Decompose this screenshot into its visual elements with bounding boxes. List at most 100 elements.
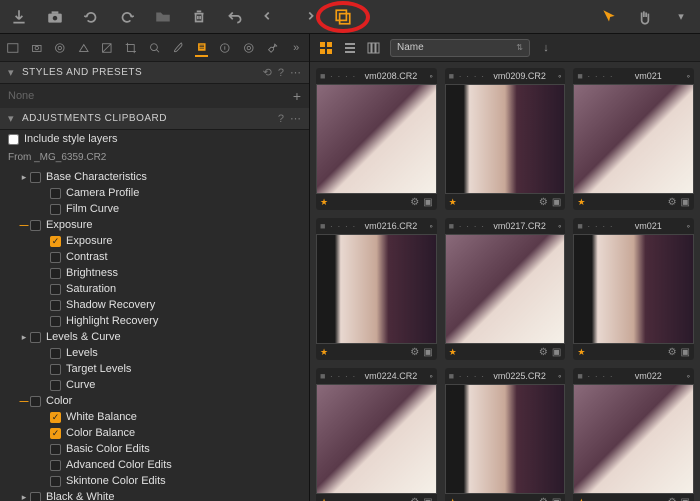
tree-checkbox[interactable] (50, 460, 61, 471)
thumbnail-cell[interactable]: ■ · · · ·vm0216.CR2◦★⚙▣ (316, 218, 437, 360)
expand-icon[interactable]: ▸ (18, 172, 30, 183)
camera-icon[interactable] (46, 8, 64, 26)
tree-row[interactable]: ▸Levels & Curve (0, 329, 309, 345)
tree-checkbox[interactable] (30, 220, 41, 231)
star-icon[interactable]: ★ (577, 347, 585, 358)
rating-dots[interactable]: ■ · · · · (577, 371, 613, 381)
library-tab-icon[interactable] (6, 40, 20, 56)
thumb-image[interactable] (316, 234, 437, 344)
list-view-icon[interactable] (342, 40, 358, 56)
metadata-tab-icon[interactable] (218, 40, 232, 56)
gear-icon[interactable]: ⚙ (539, 347, 548, 358)
color-tab-icon[interactable] (77, 40, 91, 56)
output-tab-icon[interactable] (242, 40, 256, 56)
styles-header[interactable]: ▾ STYLES AND PRESETS ⟲ ? ⋯ (0, 62, 309, 84)
variant-badge-icon[interactable]: ▣ (423, 197, 432, 208)
collapse-icon[interactable]: — (18, 220, 30, 230)
thumb-image[interactable] (316, 384, 437, 494)
tree-row[interactable]: Target Levels (0, 361, 309, 377)
folder-icon[interactable] (154, 8, 172, 26)
trash-icon[interactable] (190, 8, 208, 26)
gear-icon[interactable]: ⚙ (410, 347, 419, 358)
tree-checkbox[interactable] (50, 444, 61, 455)
thumb-image[interactable] (445, 384, 566, 494)
tree-row[interactable]: Color Balance (0, 425, 309, 441)
thumb-image[interactable] (573, 234, 694, 344)
tree-row[interactable]: Levels (0, 345, 309, 361)
thumb-image[interactable] (445, 234, 566, 344)
tree-checkbox[interactable] (50, 268, 61, 279)
tree-checkbox[interactable] (50, 412, 61, 423)
thumbnail-cell[interactable]: ■ · · · ·vm0209.CR2◦★⚙▣ (445, 68, 566, 210)
wrench-icon[interactable] (266, 40, 280, 56)
undo-icon[interactable] (226, 8, 244, 26)
expand-icon[interactable]: ▸ (18, 332, 30, 343)
thumb-image[interactable] (445, 84, 566, 194)
gear-icon[interactable]: ⚙ (539, 497, 548, 501)
sort-dropdown[interactable]: Name ⇅ (390, 39, 530, 57)
tree-checkbox[interactable] (50, 300, 61, 311)
star-icon[interactable]: ★ (320, 197, 328, 208)
tree-row[interactable]: Skintone Color Edits (0, 473, 309, 489)
variant-badge-icon[interactable]: ▣ (552, 197, 561, 208)
star-icon[interactable]: ★ (449, 197, 457, 208)
refresh-icon[interactable]: ⟲ (263, 66, 272, 79)
variant-badge-icon[interactable]: ▣ (423, 347, 432, 358)
rating-dots[interactable]: ■ · · · · (577, 71, 613, 81)
tree-row[interactable]: White Balance (0, 409, 309, 425)
exposure-tab-icon[interactable] (100, 40, 114, 56)
tree-checkbox[interactable] (50, 428, 61, 439)
tree-row[interactable]: Contrast (0, 249, 309, 265)
filmstrip-view-icon[interactable] (366, 40, 382, 56)
thumbnail-cell[interactable]: ■ · · · ·vm021◦★⚙▣ (573, 218, 694, 360)
add-preset-button[interactable]: + (293, 88, 301, 104)
redo-icon[interactable] (298, 8, 316, 26)
tree-row[interactable]: Curve (0, 377, 309, 393)
cursor-icon[interactable] (600, 8, 618, 26)
gear-icon[interactable]: ⚙ (668, 497, 677, 501)
tree-row[interactable]: —Color (0, 393, 309, 409)
thumb-image[interactable] (573, 384, 694, 494)
help-icon[interactable]: ? (278, 113, 284, 125)
tree-checkbox[interactable] (50, 284, 61, 295)
tree-checkbox[interactable] (50, 252, 61, 263)
star-icon[interactable]: ★ (449, 347, 457, 358)
thumb-image[interactable] (573, 84, 694, 194)
variant-badge-icon[interactable]: ▣ (681, 197, 690, 208)
color-tag[interactable]: ◦ (687, 371, 690, 381)
rating-dots[interactable]: ■ · · · · (320, 371, 356, 381)
thumbnail-cell[interactable]: ■ · · · ·vm0208.CR2◦★⚙▣ (316, 68, 437, 210)
thumbnail-cell[interactable]: ■ · · · ·vm0224.CR2◦★⚙▣ (316, 368, 437, 501)
tree-checkbox[interactable] (50, 380, 61, 391)
star-icon[interactable]: ★ (320, 497, 328, 501)
tree-row[interactable]: Basic Color Edits (0, 441, 309, 457)
tree-checkbox[interactable] (50, 476, 61, 487)
rating-dots[interactable]: ■ · · · · (320, 221, 356, 231)
rating-dots[interactable]: ■ · · · · (320, 71, 356, 81)
star-icon[interactable]: ★ (449, 497, 457, 501)
rotate-cw-icon[interactable] (118, 8, 136, 26)
rating-dots[interactable]: ■ · · · · (449, 71, 485, 81)
undo2-icon[interactable] (262, 8, 280, 26)
tree-checkbox[interactable] (30, 332, 41, 343)
lens-tab-icon[interactable] (53, 40, 67, 56)
tree-checkbox[interactable] (30, 172, 41, 183)
gear-icon[interactable]: ⚙ (668, 197, 677, 208)
rating-dots[interactable]: ■ · · · · (449, 371, 485, 381)
tree-row[interactable]: Brightness (0, 265, 309, 281)
search-tab-icon[interactable] (148, 40, 162, 56)
import-icon[interactable] (10, 8, 28, 26)
rating-dots[interactable]: ■ · · · · (577, 221, 613, 231)
tree-row[interactable]: Shadow Recovery (0, 297, 309, 313)
gear-icon[interactable]: ⚙ (410, 497, 419, 501)
color-tag[interactable]: ◦ (558, 221, 561, 231)
color-tag[interactable]: ◦ (429, 371, 432, 381)
tree-row[interactable]: Advanced Color Edits (0, 457, 309, 473)
expand-icon[interactable]: ▸ (18, 492, 30, 501)
tree-checkbox[interactable] (50, 204, 61, 215)
collapse-icon[interactable]: — (18, 396, 30, 406)
variant-badge-icon[interactable]: ▣ (681, 347, 690, 358)
variant-badge-icon[interactable]: ▣ (552, 347, 561, 358)
color-tag[interactable]: ◦ (558, 71, 561, 81)
tree-checkbox[interactable] (30, 396, 41, 407)
